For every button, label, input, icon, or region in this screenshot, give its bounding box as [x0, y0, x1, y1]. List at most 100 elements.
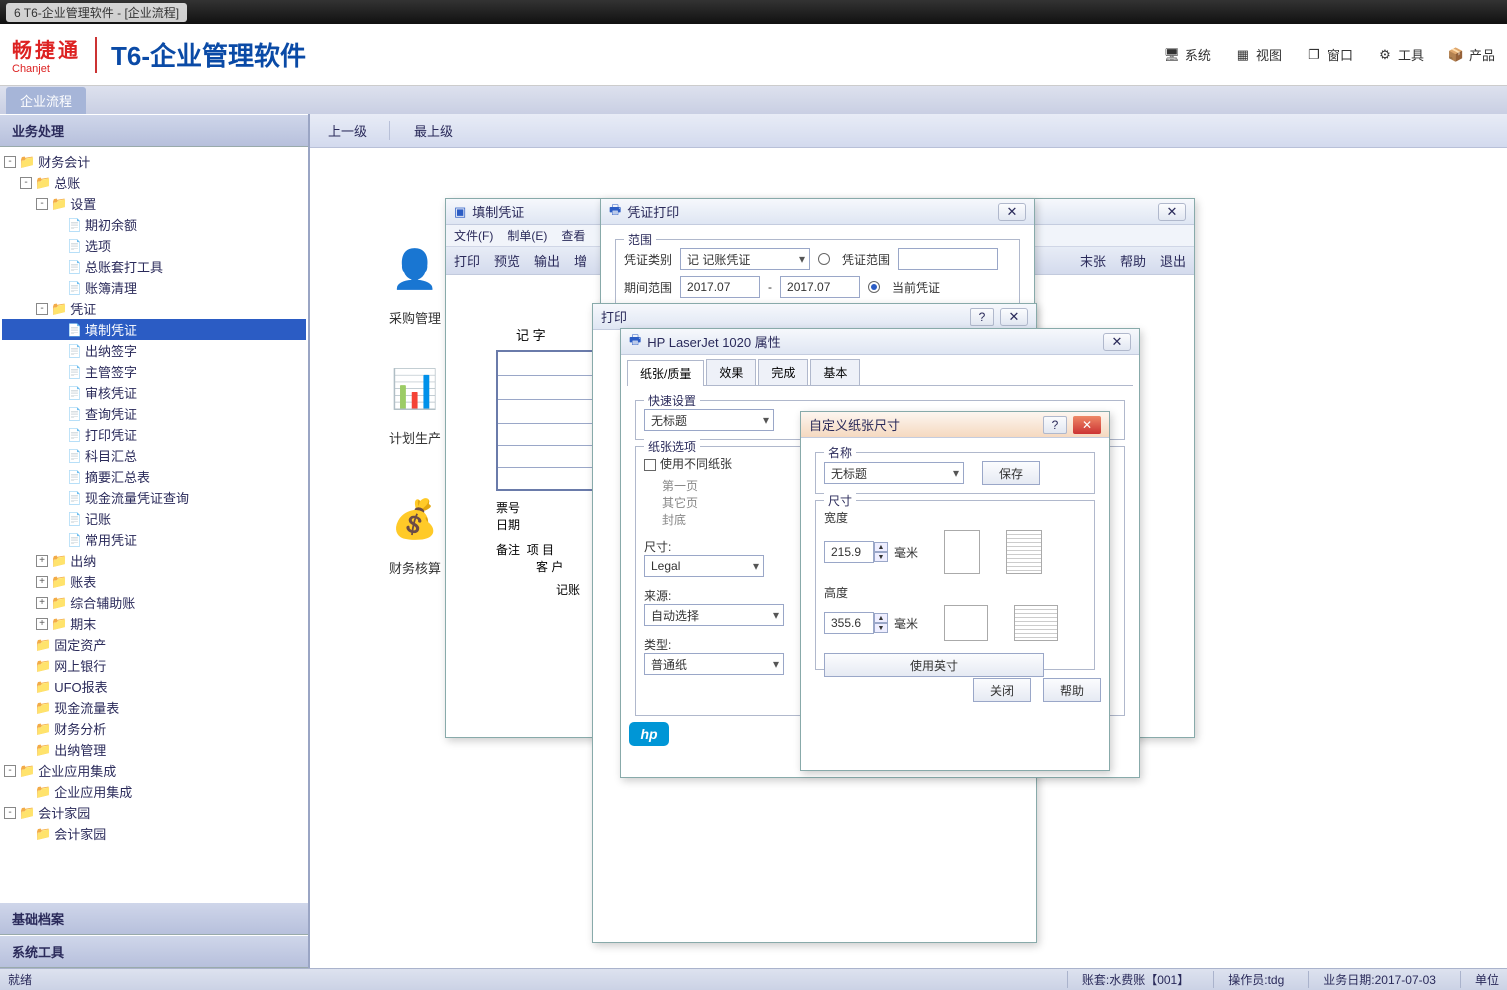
close-icon[interactable]: ✕: [1000, 308, 1028, 326]
size-select[interactable]: Legal: [644, 555, 764, 577]
menu-view[interactable]: ▦视图: [1235, 45, 1282, 64]
period-to-input[interactable]: 2017.07: [780, 276, 860, 298]
tree-item[interactable]: 📁现金流量表: [2, 697, 306, 718]
tab-effect[interactable]: 效果: [706, 359, 756, 385]
tree-item[interactable]: 📄科目汇总: [2, 445, 306, 466]
tree-item[interactable]: 📄选项: [2, 235, 306, 256]
tree-item[interactable]: +📁期末: [2, 613, 306, 634]
tree-item[interactable]: 📁会计家园: [2, 823, 306, 844]
tab-basic[interactable]: 基本: [810, 359, 860, 385]
tree-item[interactable]: -📁企业应用集成: [2, 760, 306, 781]
period-from-input[interactable]: 2017.07: [680, 276, 760, 298]
help-icon[interactable]: ?: [970, 308, 994, 326]
tool-help[interactable]: 帮助: [1120, 251, 1146, 270]
printdlg-titlebar[interactable]: 打印 ? ✕: [593, 304, 1036, 330]
expand-icon[interactable]: +: [36, 576, 48, 588]
tree-item[interactable]: -📁总账: [2, 172, 306, 193]
tree-item[interactable]: +📁账表: [2, 571, 306, 592]
landscape-icon[interactable]: [944, 605, 988, 641]
menu-product[interactable]: 📦产品: [1448, 45, 1495, 64]
vrange-radio[interactable]: [818, 253, 830, 265]
crumb-up[interactable]: 上一级: [328, 121, 390, 140]
tree-item[interactable]: 📄填制凭证: [2, 319, 306, 340]
close-button[interactable]: 关闭: [973, 678, 1031, 702]
tool-export[interactable]: 输出: [534, 251, 560, 270]
props-titlebar[interactable]: 🖶HP LaserJet 1020 属性 ✕: [621, 329, 1139, 355]
expand-icon[interactable]: -: [36, 303, 48, 315]
vprint-titlebar[interactable]: 🖶凭证打印 ✕: [601, 199, 1034, 225]
tool-last[interactable]: 末张: [1080, 251, 1106, 270]
diffpaper-checkbox[interactable]: [644, 459, 656, 471]
menu-file[interactable]: 文件(F): [454, 227, 493, 244]
expand-icon[interactable]: -: [4, 807, 16, 819]
tree-item[interactable]: 📄出纳签字: [2, 340, 306, 361]
spin-down-icon[interactable]: ▼: [874, 623, 888, 633]
tree-item[interactable]: 📁企业应用集成: [2, 781, 306, 802]
nav-tree[interactable]: -📁财务会计-📁总账-📁设置📄期初余额📄选项📄总账套打工具📄账簿清理-📁凭证📄填…: [0, 147, 308, 902]
close-icon[interactable]: ✕: [1158, 203, 1186, 221]
sidebar-header-sys[interactable]: 系统工具: [0, 935, 308, 968]
tool-preview[interactable]: 预览: [494, 251, 520, 270]
help-icon[interactable]: ?: [1043, 416, 1067, 434]
tree-item[interactable]: 📄常用凭证: [2, 529, 306, 550]
tree-item[interactable]: 📄账簿清理: [2, 277, 306, 298]
expand-icon[interactable]: +: [36, 597, 48, 609]
landscape-lines-icon[interactable]: [1014, 605, 1058, 641]
sidebar-header-base[interactable]: 基础档案: [0, 902, 308, 935]
spin-up-icon[interactable]: ▲: [874, 542, 888, 552]
current-radio[interactable]: [868, 281, 880, 293]
close-icon[interactable]: ✕: [1073, 416, 1101, 434]
expand-icon[interactable]: -: [4, 156, 16, 168]
expand-icon[interactable]: +: [36, 555, 48, 567]
menu-window[interactable]: ❐窗口: [1306, 45, 1353, 64]
tree-item[interactable]: 📁出纳管理: [2, 739, 306, 760]
name-select[interactable]: 无标题: [824, 462, 964, 484]
help-button[interactable]: 帮助: [1043, 678, 1101, 702]
expand-icon[interactable]: -: [20, 177, 32, 189]
tree-item[interactable]: +📁综合辅助账: [2, 592, 306, 613]
tree-item[interactable]: -📁财务会计: [2, 151, 306, 172]
expand-icon[interactable]: -: [4, 765, 16, 777]
quick-select[interactable]: 无标题: [644, 409, 774, 431]
menu-system[interactable]: 🖥系统: [1164, 45, 1211, 64]
tree-item[interactable]: 📄期初余额: [2, 214, 306, 235]
tree-item[interactable]: -📁凭证: [2, 298, 306, 319]
vrange-input[interactable]: [898, 248, 998, 270]
save-button[interactable]: 保存: [982, 461, 1040, 485]
portrait-icon[interactable]: [944, 530, 980, 574]
tree-item[interactable]: 📁网上银行: [2, 655, 306, 676]
tool-print[interactable]: 打印: [454, 251, 480, 270]
tool-add[interactable]: 增: [574, 251, 587, 270]
menu-tools[interactable]: ⚙工具: [1377, 45, 1424, 64]
width-spinner[interactable]: 215.9 ▲▼: [824, 541, 888, 563]
tree-item[interactable]: 📁UFO报表: [2, 676, 306, 697]
tree-item[interactable]: 📄主管签字: [2, 361, 306, 382]
portrait-lines-icon[interactable]: [1006, 530, 1042, 574]
tree-item[interactable]: 📁财务分析: [2, 718, 306, 739]
type-select[interactable]: 普通纸: [644, 653, 784, 675]
tab-finish[interactable]: 完成: [758, 359, 808, 385]
tree-item[interactable]: 📁固定资产: [2, 634, 306, 655]
use-inch-button[interactable]: 使用英寸: [824, 653, 1044, 677]
expand-icon[interactable]: +: [36, 618, 48, 630]
tree-item[interactable]: 📄摘要汇总表: [2, 466, 306, 487]
tree-item[interactable]: -📁会计家园: [2, 802, 306, 823]
tool-exit[interactable]: 退出: [1160, 251, 1186, 270]
tree-item[interactable]: 📄记账: [2, 508, 306, 529]
custom-titlebar[interactable]: 自定义纸张尺寸 ? ✕: [801, 412, 1109, 438]
tree-item[interactable]: +📁出纳: [2, 550, 306, 571]
expand-icon[interactable]: -: [36, 198, 48, 210]
crumb-top[interactable]: 最上级: [414, 121, 475, 140]
vtype-select[interactable]: 记 记账凭证: [680, 248, 810, 270]
tree-item[interactable]: 📄打印凭证: [2, 424, 306, 445]
close-icon[interactable]: ✕: [998, 203, 1026, 221]
tree-item[interactable]: 📄总账套打工具: [2, 256, 306, 277]
tree-item[interactable]: 📄查询凭证: [2, 403, 306, 424]
source-select[interactable]: 自动选择: [644, 604, 784, 626]
height-spinner[interactable]: 355.6 ▲▼: [824, 612, 888, 634]
close-icon[interactable]: ✕: [1103, 333, 1131, 351]
tree-item[interactable]: 📄审核凭证: [2, 382, 306, 403]
spin-down-icon[interactable]: ▼: [874, 552, 888, 562]
spin-up-icon[interactable]: ▲: [874, 613, 888, 623]
tab-paper-quality[interactable]: 纸张/质量: [627, 360, 704, 386]
